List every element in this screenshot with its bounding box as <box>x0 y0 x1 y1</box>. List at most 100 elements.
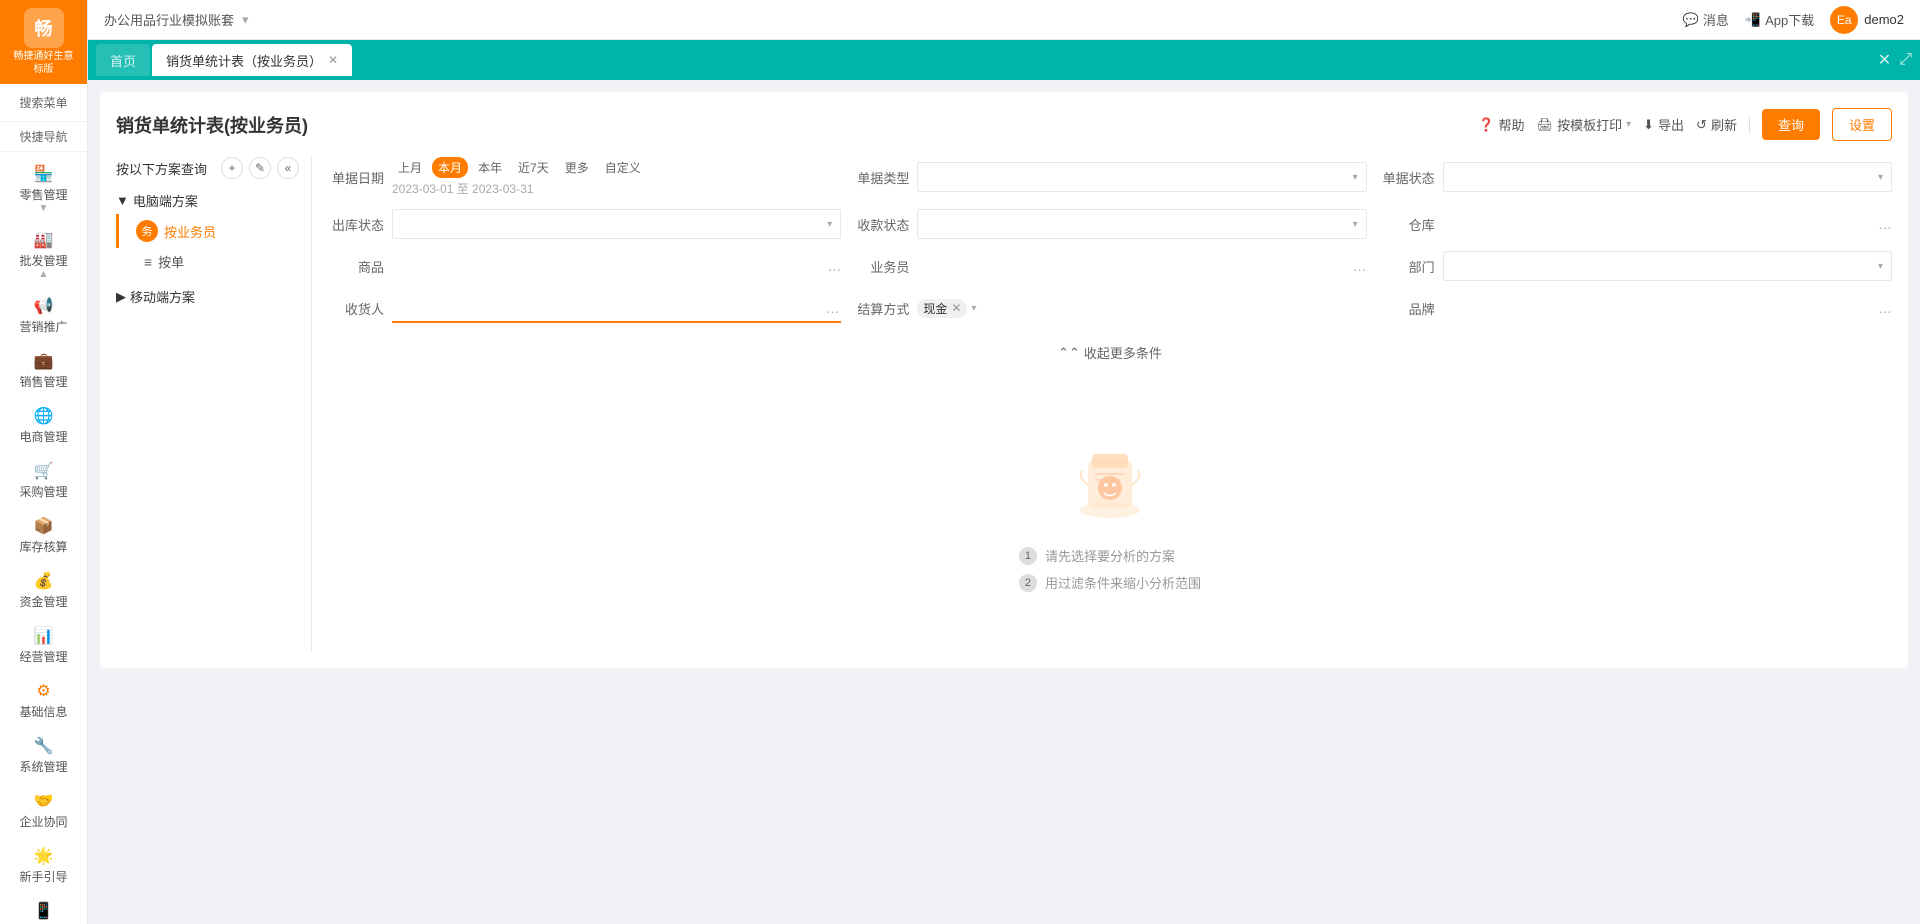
docstatus-label: 单据状态 <box>1379 168 1435 187</box>
marketing-icon: 📢 <box>34 296 54 316</box>
sidebar-item-basic[interactable]: ⚙ 基础信息 <box>0 673 87 728</box>
sidebar-item-ecom[interactable]: 🌐 电商管理 <box>0 398 87 453</box>
logo-icon: 畅 <box>24 8 64 48</box>
warehouse-dots[interactable]: … <box>1878 216 1892 232</box>
message-action[interactable]: 💬 消息 <box>1683 10 1729 29</box>
collapse-button[interactable]: ⌃⌃ 收起更多条件 <box>328 335 1892 370</box>
filter-row-3: 商品 … 业务员 … 部门 <box>328 251 1892 281</box>
sidebar-item-retail[interactable]: 🏪 零售管理 ▼ <box>0 156 87 222</box>
scheme-item-salesperson[interactable]: 务 按业务员 <box>116 214 299 248</box>
date-tab-custom[interactable]: 自定义 <box>599 157 647 178</box>
settlement-wrapper: 现金 ✕ ▾ <box>917 299 1366 318</box>
date-tab-more[interactable]: 更多 <box>559 157 595 178</box>
sidebar-item-newbie[interactable]: 🌟 新手引导 <box>0 838 87 893</box>
sidebar-item-enterprise[interactable]: 🤝 企业协同 <box>0 783 87 838</box>
filter-row-1: 单据日期 上月 本月 本年 近7天 更多 自定义 20 <box>328 157 1892 197</box>
scheme-item-byorder[interactable]: ≡ 按单 <box>116 248 299 275</box>
goods-dots[interactable]: … <box>827 258 841 274</box>
collection-select[interactable]: ▾ <box>917 209 1366 239</box>
empty-illustration <box>1060 430 1160 530</box>
salesperson-input-wrapper: … <box>917 258 1366 274</box>
tab-close-icon[interactable]: ✕ <box>328 53 338 67</box>
mobile-scheme-group: ▶ 移动端方案 <box>116 283 299 310</box>
purchase-icon: 🛒 <box>34 461 54 481</box>
department-label: 部门 <box>1379 257 1435 276</box>
sidebar-item-finance[interactable]: 💰 资金管理 <box>0 563 87 618</box>
sidebar-item-operation[interactable]: 📊 经营管理 <box>0 618 87 673</box>
edit-scheme-button[interactable]: ✎ <box>249 157 271 179</box>
empty-tip-2: 2 用过滤条件来缩小分析范围 <box>1019 573 1201 592</box>
outstatus-select[interactable]: ▾ <box>392 209 841 239</box>
settlement-clear-icon[interactable]: ✕ <box>951 301 961 315</box>
add-scheme-button[interactable]: + <box>221 157 243 179</box>
settlement-tag-value: 现金 <box>923 300 947 317</box>
sidebar-item-system[interactable]: 🔧 系统管理 <box>0 728 87 783</box>
salesperson-label: 业务员 <box>853 257 909 276</box>
query-button[interactable]: 查询 <box>1762 109 1820 140</box>
filter-goods-field: 商品 … <box>328 257 841 276</box>
user-area[interactable]: Ea demo2 <box>1830 6 1904 34</box>
mobile-scheme-title[interactable]: ▶ 移动端方案 <box>116 283 299 310</box>
sidebar-item-sales[interactable]: 💼 销售管理 <box>0 343 87 398</box>
receiver-input[interactable] <box>392 293 841 323</box>
settlement-arrow-icon[interactable]: ▾ <box>971 303 976 314</box>
sidebar-item-appcenter[interactable]: 📱 应用中心 <box>0 893 87 924</box>
collapse-panel-icon: « <box>285 161 292 175</box>
date-tab-thisyear[interactable]: 本年 <box>472 157 508 178</box>
search-menu-label[interactable]: 搜索菜单 <box>19 94 67 111</box>
brand-dots[interactable]: … <box>1878 300 1892 316</box>
receiver-input-wrapper: … <box>392 293 841 323</box>
filter-panel: 按以下方案查询 + ✎ « <box>116 157 312 652</box>
sidebar-item-marketing[interactable]: 📢 营销推广 <box>0 288 87 343</box>
salesperson-dots[interactable]: … <box>1353 258 1367 274</box>
sidebar-item-inventory[interactable]: 📦 库存核算 <box>0 508 87 563</box>
basic-icon: ⚙ <box>36 681 50 701</box>
doctype-arrow-icon: ▾ <box>1353 172 1358 183</box>
export-label: 导出 <box>1658 115 1684 134</box>
export-button[interactable]: ⬇ 导出 <box>1643 115 1684 134</box>
date-tabs: 上月 本月 本年 近7天 更多 自定义 <box>392 157 841 178</box>
logo-area[interactable]: 畅 畅捷通好生意标版 <box>0 0 87 84</box>
brand-input-wrapper: … <box>1443 300 1892 316</box>
receiver-dots-icon[interactable]: … <box>825 300 839 316</box>
sidebar-item-purchase[interactable]: 🛒 采购管理 <box>0 453 87 508</box>
content-layout: 按以下方案查询 + ✎ « <box>116 157 1892 652</box>
message-icon: 💬 <box>1683 12 1699 28</box>
chevron-right-icon: ▶ <box>116 289 126 305</box>
tab-maximize-icon[interactable]: ⤢ <box>1899 51 1912 69</box>
help-icon: ❓ <box>1478 117 1494 133</box>
app-title-dropdown[interactable]: ▾ <box>242 12 249 28</box>
scheme-salesperson-avatar: 务 <box>136 220 158 242</box>
docstatus-select[interactable]: ▾ <box>1443 162 1892 192</box>
help-button[interactable]: ❓ 帮助 <box>1478 115 1524 134</box>
sidebar-item-sales-label: 销售管理 <box>19 373 67 390</box>
date-tab-7days[interactable]: 近7天 <box>512 157 555 178</box>
date-tab-lastmonth[interactable]: 上月 <box>392 157 428 178</box>
topbar-right: 💬 消息 📲 App下载 Ea demo2 <box>1683 6 1904 34</box>
sidebar-item-enterprise-label: 企业协同 <box>19 813 67 830</box>
department-select[interactable]: ▾ <box>1443 251 1892 281</box>
print-button[interactable]: 🖨 按模板打印 ▾ <box>1537 115 1632 134</box>
refresh-button[interactable]: ↺ 刷新 <box>1696 115 1737 134</box>
app-download-action[interactable]: 📲 App下载 <box>1745 10 1814 29</box>
sidebar-search-section[interactable]: 搜索菜单 <box>0 84 87 122</box>
filter-warehouse-field: 仓库 … <box>1379 215 1892 234</box>
collapse-panel-button[interactable]: « <box>277 157 299 179</box>
page-card: 销货单统计表(按业务员) ❓ 帮助 🖨 按模板打印 ▾ ⬇ 导出 <box>100 92 1908 668</box>
quicknav-label[interactable]: 快捷导航 <box>19 128 67 145</box>
app-title: 办公用品行业模拟账套 <box>104 10 234 29</box>
tab-home[interactable]: 首页 <box>96 44 150 76</box>
tab-close-window-icon[interactable]: ✕ <box>1878 50 1891 70</box>
sidebar-item-wholesale[interactable]: 🏭 批发管理 ▲ <box>0 222 87 288</box>
filter-form: 单据日期 上月 本月 本年 近7天 更多 自定义 20 <box>312 157 1892 652</box>
desktop-scheme-title[interactable]: ▼ 电脑端方案 <box>116 187 299 214</box>
tab-sales-report[interactable]: 销货单统计表（按业务员） ✕ <box>152 44 352 76</box>
system-icon: 🔧 <box>34 736 54 756</box>
appcenter-icon: 📱 <box>34 901 54 921</box>
date-tab-thismonth[interactable]: 本月 <box>432 157 468 178</box>
sidebar-item-marketing-label: 营销推广 <box>19 318 67 335</box>
settings-button[interactable]: 设置 <box>1832 108 1892 141</box>
inventory-icon: 📦 <box>34 516 54 536</box>
sidebar-quicknav-section[interactable]: 快捷导航 <box>0 122 87 152</box>
doctype-select[interactable]: ▾ <box>917 162 1366 192</box>
